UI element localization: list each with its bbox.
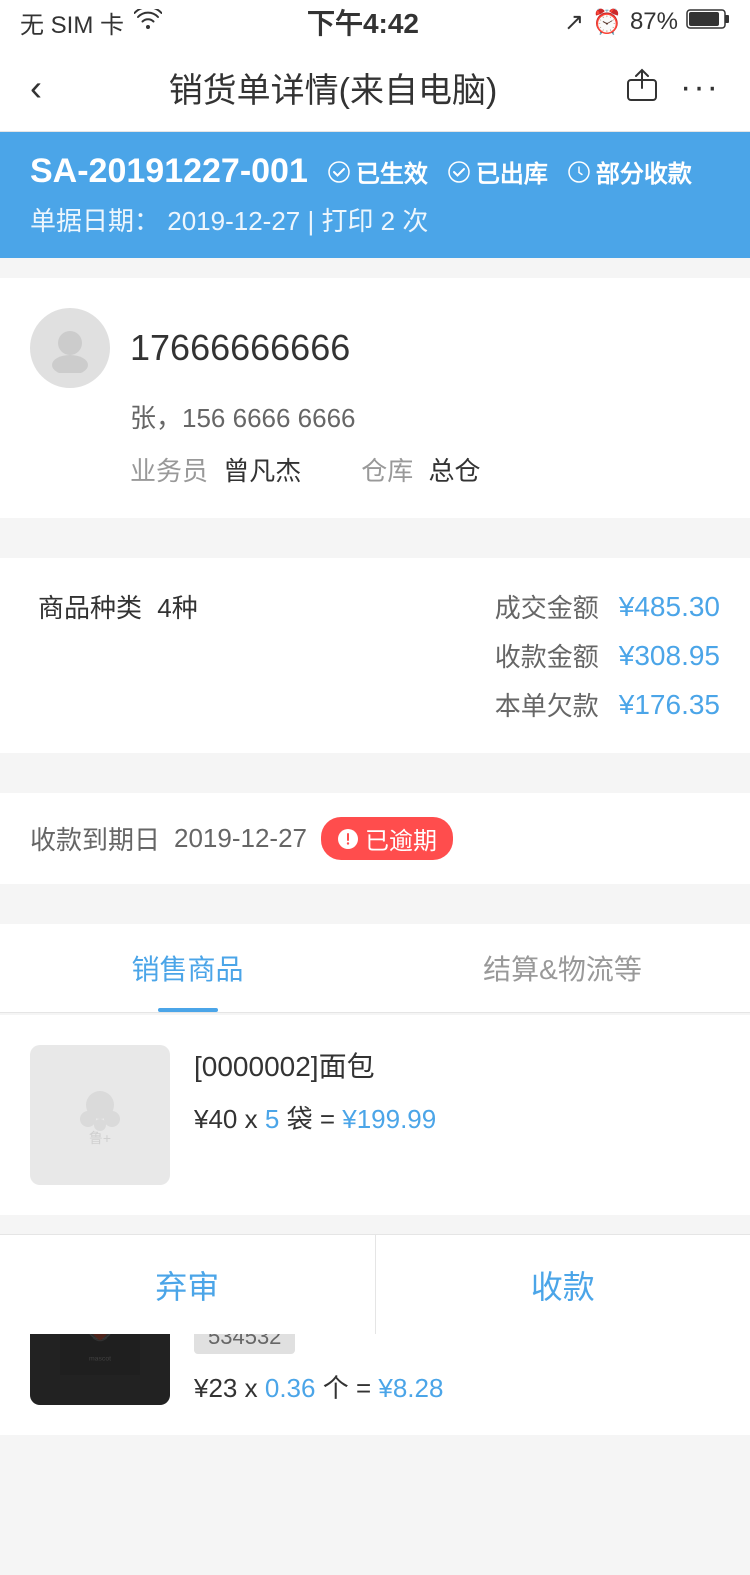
collect-payment-button[interactable]: 收款: [376, 1235, 750, 1334]
cancel-review-button[interactable]: 弃审: [0, 1235, 376, 1334]
sales-info: 业务员 曾凡杰: [130, 451, 301, 488]
customer-avatar: [30, 308, 110, 388]
order-meta: 单据日期： 2019-12-27 | 打印 2 次: [30, 201, 720, 238]
order-banner: SA-20191227-001 已生效 已出库 部分收款 单据日期： 2019-…: [0, 132, 750, 258]
share-button[interactable]: [624, 66, 660, 110]
summary-section: 商品种类 4种 成交金额 ¥485.30 收款金额 ¥308.95 本单欠款 ¥…: [0, 558, 750, 753]
total-1: ¥199.99: [342, 1104, 436, 1134]
sales-label: 业务员: [130, 456, 208, 486]
customer-id: 17666666666: [130, 327, 350, 369]
collected-label: 收款金额: [495, 637, 599, 674]
x-separator-2: x: [245, 1373, 265, 1403]
qty-1: 5: [265, 1104, 279, 1134]
transaction-amount: ¥485.30: [619, 591, 720, 623]
total-2: ¥8.28: [378, 1373, 443, 1403]
list-item: 鲁+ [0000002]面包 ¥40 x 5 袋 = ¥199.99: [0, 1015, 750, 1215]
status-badge-1: 已生效: [328, 154, 428, 189]
tab-settlement[interactable]: 结算&物流等: [375, 924, 750, 1012]
tab-sales[interactable]: 销售商品: [0, 924, 375, 1012]
price-2: ¥23: [194, 1373, 237, 1403]
status-bar: 无 SIM 卡 下午4:42 ↗ ⏰ 87%: [0, 0, 750, 44]
order-id-row: SA-20191227-001 已生效 已出库 部分收款: [30, 152, 720, 191]
overdue-badge: 已逾期: [321, 817, 453, 860]
product-price-2: ¥23 x 0.36 个 = ¥8.28: [194, 1368, 720, 1405]
equals-2: =: [356, 1373, 378, 1403]
product-type-count: 4种: [157, 593, 197, 623]
transaction-label: 成交金额: [495, 588, 599, 625]
due-section: 收款到期日 2019-12-27 已逾期: [0, 793, 750, 884]
tab-sales-label: 销售商品: [131, 948, 243, 988]
nav-right[interactable]: ···: [624, 66, 720, 110]
more-button[interactable]: ···: [680, 68, 720, 107]
price-1: ¥40: [194, 1104, 237, 1134]
print-info: | 打印 2 次: [307, 206, 428, 236]
collected-row: 收款金额 ¥308.95: [495, 637, 720, 674]
carrier-text: 无 SIM 卡: [20, 5, 124, 40]
status-left: 无 SIM 卡: [20, 5, 162, 40]
tab-underline: [158, 1008, 218, 1012]
debt-row: 本单欠款 ¥176.35: [495, 686, 720, 723]
product-type-item: 商品种类 4种: [30, 588, 198, 625]
warehouse-info: 仓库 总仓: [361, 451, 480, 488]
status-right: ↗ ⏰ 87%: [564, 8, 730, 37]
status-badge-3: 部分收款: [568, 154, 692, 189]
alarm-icon: ⏰: [592, 8, 622, 37]
summary-left: 商品种类 4种: [30, 588, 198, 625]
summary-right: 成交金额 ¥485.30 收款金额 ¥308.95 本单欠款 ¥176.35: [495, 588, 720, 723]
battery-icon: [686, 8, 730, 37]
product-thumbnail-1: 鲁+: [30, 1045, 170, 1185]
debt-label: 本单欠款: [495, 686, 599, 723]
transaction-row: 成交金额 ¥485.30: [495, 588, 720, 625]
warehouse-label: 仓库: [361, 456, 413, 486]
product-name-1: [0000002]面包: [194, 1045, 720, 1085]
tabs: 销售商品 结算&物流等: [0, 924, 750, 1013]
debt-amount: ¥176.35: [619, 689, 720, 721]
product-info-1: [0000002]面包 ¥40 x 5 袋 = ¥199.99: [194, 1045, 720, 1136]
unit-2: 个: [323, 1373, 349, 1403]
qty-2: 0.36: [265, 1373, 316, 1403]
tab-settlement-label: 结算&物流等: [483, 948, 642, 988]
product-price-1: ¥40 x 5 袋 = ¥199.99: [194, 1099, 720, 1136]
customer-info: 业务员 曾凡杰 仓库 总仓: [30, 451, 720, 488]
customer-card: 17666666666 张，156 6666 6666 业务员 曾凡杰 仓库 总…: [0, 278, 750, 518]
overdue-text: 已逾期: [365, 821, 437, 856]
nav-title: 销货单详情(来自电脑): [169, 63, 498, 112]
unit-1: 袋: [287, 1104, 313, 1134]
date-label: 单据日期：: [30, 206, 160, 236]
order-id-text: SA-20191227-001: [30, 152, 308, 191]
svg-text:鲁+: 鲁+: [89, 1130, 111, 1146]
summary-row: 商品种类 4种 成交金额 ¥485.30 收款金额 ¥308.95 本单欠款 ¥…: [30, 588, 720, 723]
equals-1: =: [320, 1104, 342, 1134]
wifi-icon: [134, 8, 162, 36]
sales-name: 曾凡杰: [223, 456, 301, 486]
warehouse-name: 总仓: [429, 456, 481, 486]
bottom-bar: 弃审 收款: [0, 1234, 750, 1334]
customer-name: 张，156 6666 6666: [30, 398, 720, 435]
collected-amount: ¥308.95: [619, 640, 720, 672]
product-list: 鲁+ [0000002]面包 ¥40 x 5 袋 = ¥199.99: [0, 1015, 750, 1435]
battery-text: 87%: [630, 8, 678, 36]
product-type-label: 商品种类: [38, 593, 142, 623]
nav-bar: ‹ 销货单详情(来自电脑) ···: [0, 44, 750, 132]
customer-name-row: 17666666666: [30, 308, 720, 388]
status-time: 下午4:42: [307, 2, 419, 42]
status-badge-2: 已出库: [448, 154, 548, 189]
order-date: 2019-12-27: [167, 206, 300, 236]
svg-text:mascot: mascot: [89, 1356, 111, 1363]
x-separator-1: x: [245, 1104, 265, 1134]
due-date-label: 收款到期日: [30, 820, 160, 857]
nav-left[interactable]: ‹: [30, 67, 42, 109]
due-date-value: 2019-12-27: [174, 823, 307, 854]
back-button[interactable]: ‹: [30, 67, 42, 109]
location-icon: ↗: [564, 8, 584, 37]
